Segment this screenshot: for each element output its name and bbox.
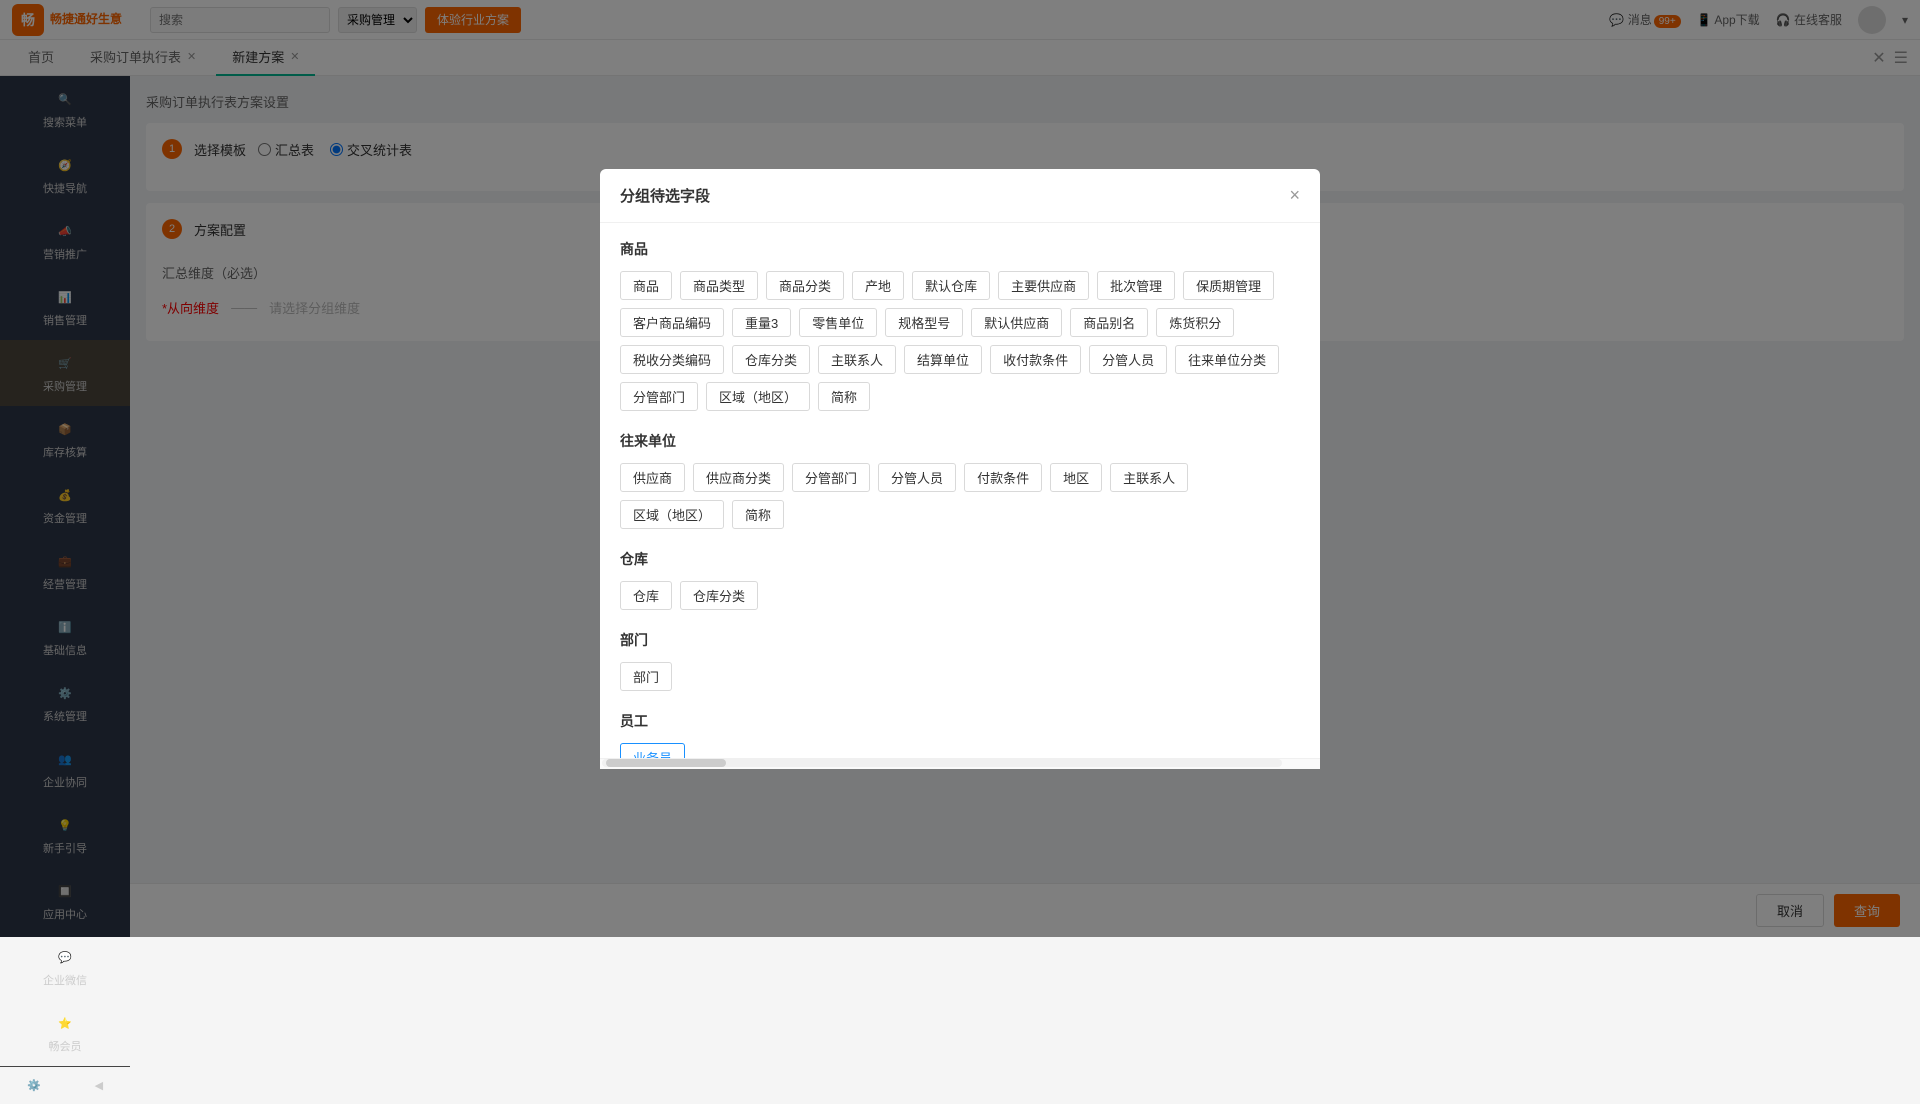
field-group-product-title: 商品 (620, 239, 1300, 259)
field-tag[interactable]: 重量3 (732, 308, 791, 337)
field-tag[interactable]: 分管人员 (878, 463, 956, 492)
partner-field-tags: 供应商 供应商分类 分管部门 分管人员 付款条件 地区 主联系人 区域（地区） … (620, 463, 1300, 529)
field-tag[interactable]: 供应商 (620, 463, 685, 492)
field-tag[interactable]: 商品类型 (680, 271, 758, 300)
sidebar-item-member[interactable]: ⭐ 畅会员 (0, 1000, 130, 1066)
sidebar-collapse-btn[interactable]: ◀ (91, 1075, 107, 1096)
field-tag[interactable]: 供应商分类 (693, 463, 784, 492)
field-tag[interactable]: 往来单位分类 (1175, 345, 1279, 374)
field-tag[interactable]: 部门 (620, 662, 672, 691)
field-tag[interactable]: 客户商品编码 (620, 308, 724, 337)
sidebar-item-wechat[interactable]: 💬 企业微信 (0, 934, 130, 1000)
field-tag[interactable]: 分管部门 (792, 463, 870, 492)
staff-field-tags: 业务员 (620, 743, 1300, 758)
field-group-warehouse-title: 仓库 (620, 549, 1300, 569)
field-tag[interactable]: 默认供应商 (971, 308, 1062, 337)
field-tag[interactable]: 地区 (1050, 463, 1102, 492)
field-tag[interactable]: 零售单位 (799, 308, 877, 337)
field-tag[interactable]: 仓库分类 (680, 581, 758, 610)
field-tag[interactable]: 商品分类 (766, 271, 844, 300)
field-tag[interactable]: 产地 (852, 271, 904, 300)
product-field-tags: 商品 商品类型 商品分类 产地 默认仓库 主要供应商 批次管理 保质期管理 客户… (620, 271, 1300, 411)
field-tag[interactable]: 主联系人 (818, 345, 896, 374)
dialog-close-btn[interactable]: × (1289, 186, 1300, 204)
sidebar-settings-btn[interactable]: ⚙️ (23, 1075, 45, 1096)
field-group-staff: 员工 业务员 (620, 711, 1300, 758)
field-tag[interactable]: 简称 (818, 382, 870, 411)
field-tag[interactable]: 商品 (620, 271, 672, 300)
field-tag[interactable]: 付款条件 (964, 463, 1042, 492)
field-tag[interactable]: 主联系人 (1110, 463, 1188, 492)
field-group-warehouse: 仓库 仓库 仓库分类 (620, 549, 1300, 610)
field-tag[interactable]: 区域（地区） (706, 382, 810, 411)
field-tag[interactable]: 默认仓库 (912, 271, 990, 300)
field-tag[interactable]: 税收分类编码 (620, 345, 724, 374)
field-group-dept: 部门 部门 (620, 630, 1300, 691)
field-group-partner-title: 往来单位 (620, 431, 1300, 451)
field-tag[interactable]: 简称 (732, 500, 784, 529)
field-tag[interactable]: 仓库分类 (732, 345, 810, 374)
field-tag[interactable]: 商品别名 (1070, 308, 1148, 337)
field-group-dept-title: 部门 (620, 630, 1300, 650)
dialog-header: 分组待选字段 × (600, 169, 1320, 223)
field-tag[interactable]: 收付款条件 (990, 345, 1081, 374)
field-tag[interactable]: 仓库 (620, 581, 672, 610)
field-tag[interactable]: 规格型号 (885, 308, 963, 337)
field-select-dialog: 分组待选字段 × 商品 商品 商品类型 商品分类 产地 默认仓库 主要供应商 批… (600, 169, 1320, 769)
chat-icon: 💬 (54, 946, 76, 968)
field-tag[interactable]: 分管部门 (620, 382, 698, 411)
field-tag[interactable]: 保质期管理 (1183, 271, 1274, 300)
dialog-title: 分组待选字段 (620, 185, 710, 206)
field-group-partner: 往来单位 供应商 供应商分类 分管部门 分管人员 付款条件 地区 主联系人 区域… (620, 431, 1300, 529)
sidebar-bottom: ⚙️ ◀ (0, 1066, 130, 1104)
modal-overlay[interactable]: 分组待选字段 × 商品 商品 商品类型 商品分类 产地 默认仓库 主要供应商 批… (0, 0, 1920, 937)
field-tag[interactable]: 区域（地区） (620, 500, 724, 529)
star-icon: ⭐ (54, 1012, 76, 1034)
field-tag[interactable]: 炼货积分 (1156, 308, 1234, 337)
field-group-staff-title: 员工 (620, 711, 1300, 731)
dialog-hscrollbar[interactable] (600, 758, 1320, 769)
dept-field-tags: 部门 (620, 662, 1300, 691)
field-tag[interactable]: 业务员 (620, 743, 685, 758)
dialog-body: 商品 商品 商品类型 商品分类 产地 默认仓库 主要供应商 批次管理 保质期管理… (600, 223, 1320, 758)
warehouse-field-tags: 仓库 仓库分类 (620, 581, 1300, 610)
field-tag[interactable]: 分管人员 (1089, 345, 1167, 374)
field-tag[interactable]: 主要供应商 (998, 271, 1089, 300)
field-tag[interactable]: 批次管理 (1097, 271, 1175, 300)
field-tag[interactable]: 结算单位 (904, 345, 982, 374)
field-group-product: 商品 商品 商品类型 商品分类 产地 默认仓库 主要供应商 批次管理 保质期管理… (620, 239, 1300, 411)
